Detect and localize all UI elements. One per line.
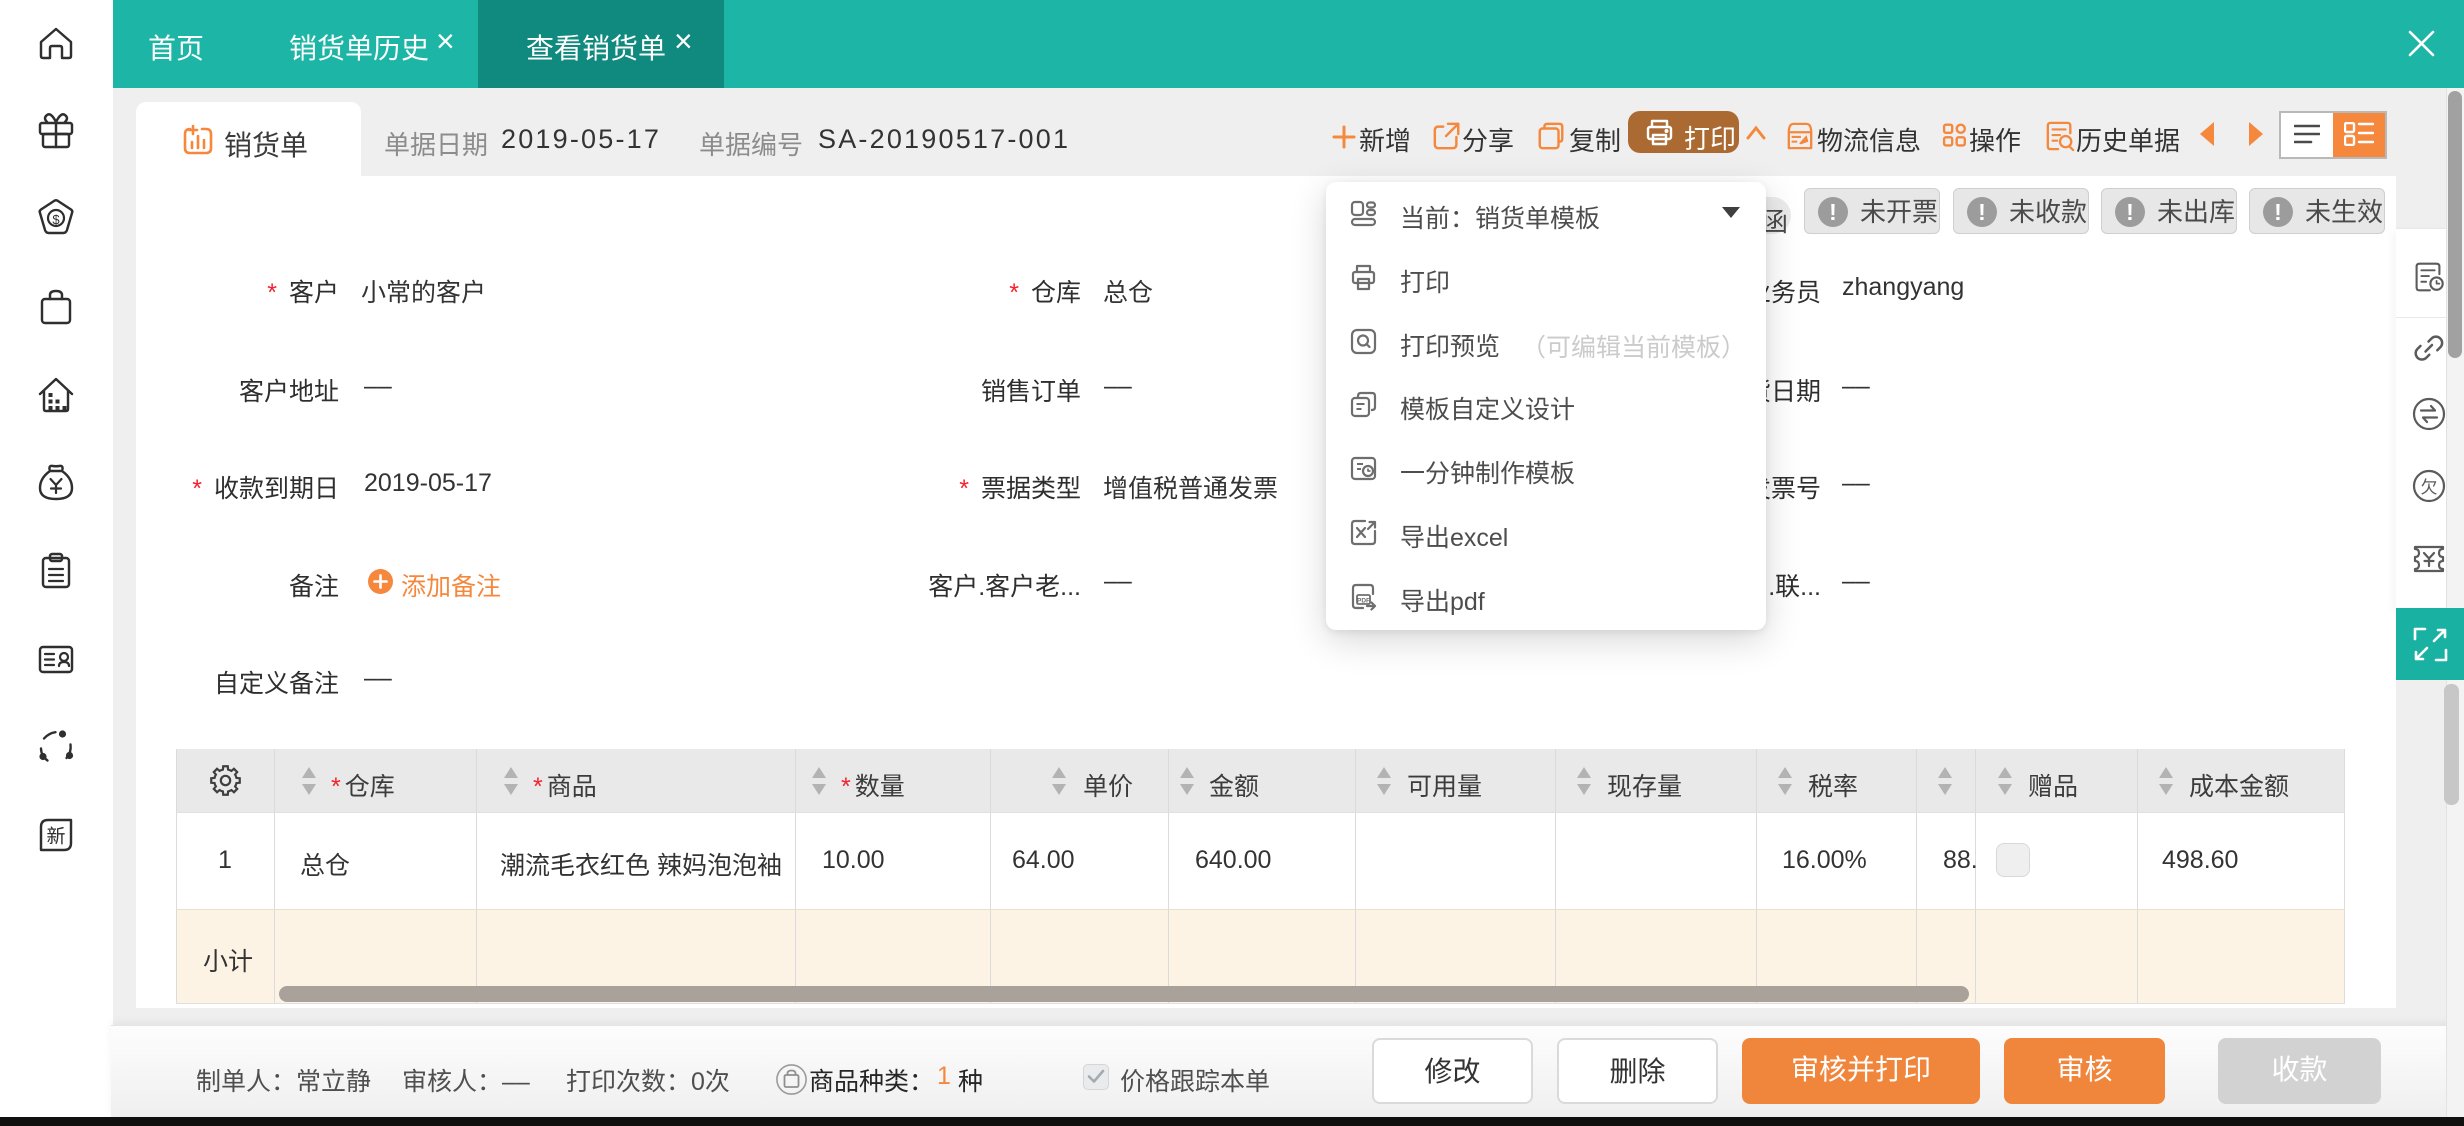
svg-text:$: $ [52, 212, 60, 227]
svg-text:欠: 欠 [2421, 478, 2438, 497]
svg-text:PDF: PDF [1357, 598, 1370, 605]
svg-text:新: 新 [46, 826, 65, 848]
